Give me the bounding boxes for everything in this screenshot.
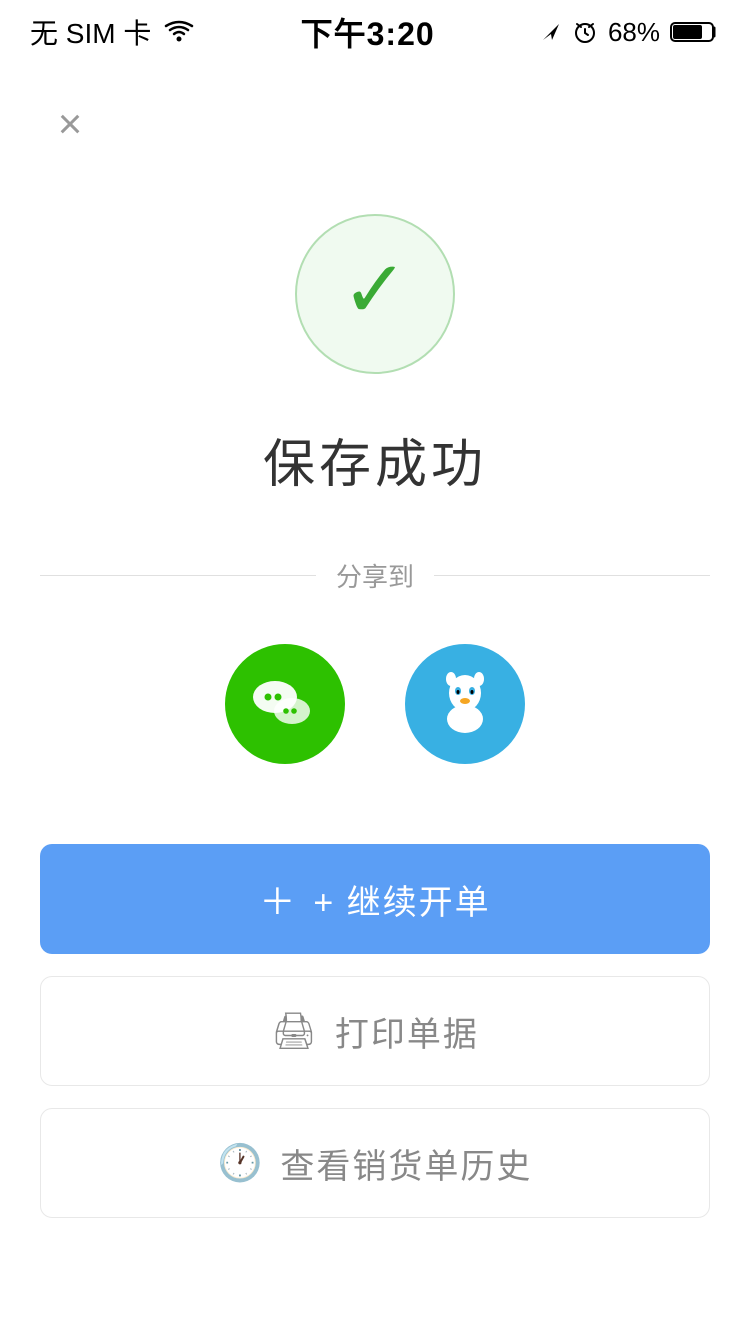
close-icon: ×: [58, 103, 83, 145]
history-button[interactable]: 🕐 查看销货单历史: [40, 1108, 710, 1218]
continue-button[interactable]: ＋ + 继续开单: [40, 844, 710, 954]
checkmark-icon: ✓: [341, 250, 408, 330]
qq-share-button[interactable]: [405, 644, 525, 764]
sim-text: 无 SIM 卡: [30, 12, 151, 52]
wechat-icon: [250, 669, 320, 739]
status-bar: 无 SIM 卡 下午3:20 68%: [0, 0, 750, 64]
main-content: × ✓ 保存成功 分享到: [0, 64, 750, 1258]
success-title: 保存成功: [263, 422, 487, 497]
wechat-share-button[interactable]: [225, 644, 345, 764]
status-right: 68%: [540, 17, 720, 48]
battery-text: 68%: [608, 17, 660, 48]
divider-right: [434, 575, 710, 576]
history-label: 查看销货单历史: [280, 1139, 532, 1188]
wifi-icon: [163, 20, 195, 44]
history-icon: 🕐: [218, 1142, 265, 1184]
navigation-icon: [540, 21, 562, 43]
share-section: 分享到: [40, 557, 710, 764]
print-button[interactable]: 🖨 打印单据: [40, 976, 710, 1086]
success-section: ✓ 保存成功: [40, 214, 710, 497]
continue-icon: ＋: [259, 873, 297, 925]
divider-left: [40, 575, 316, 576]
battery-icon: [670, 19, 720, 45]
action-buttons: ＋ + 继续开单 🖨 打印单据 🕐 查看销货单历史: [40, 844, 710, 1218]
qq-icon: [430, 669, 500, 739]
share-label: 分享到: [336, 557, 414, 594]
continue-label: + 继续开单: [313, 875, 490, 924]
status-time: 下午3:20: [301, 9, 435, 55]
share-icons: [40, 644, 710, 764]
success-circle: ✓: [295, 214, 455, 374]
close-button[interactable]: ×: [40, 94, 100, 154]
status-left: 无 SIM 卡: [30, 12, 195, 52]
print-label: 打印单据: [335, 1007, 479, 1056]
share-divider: 分享到: [40, 557, 710, 594]
alarm-icon: [572, 19, 598, 45]
print-icon: 🖨: [271, 1010, 319, 1052]
